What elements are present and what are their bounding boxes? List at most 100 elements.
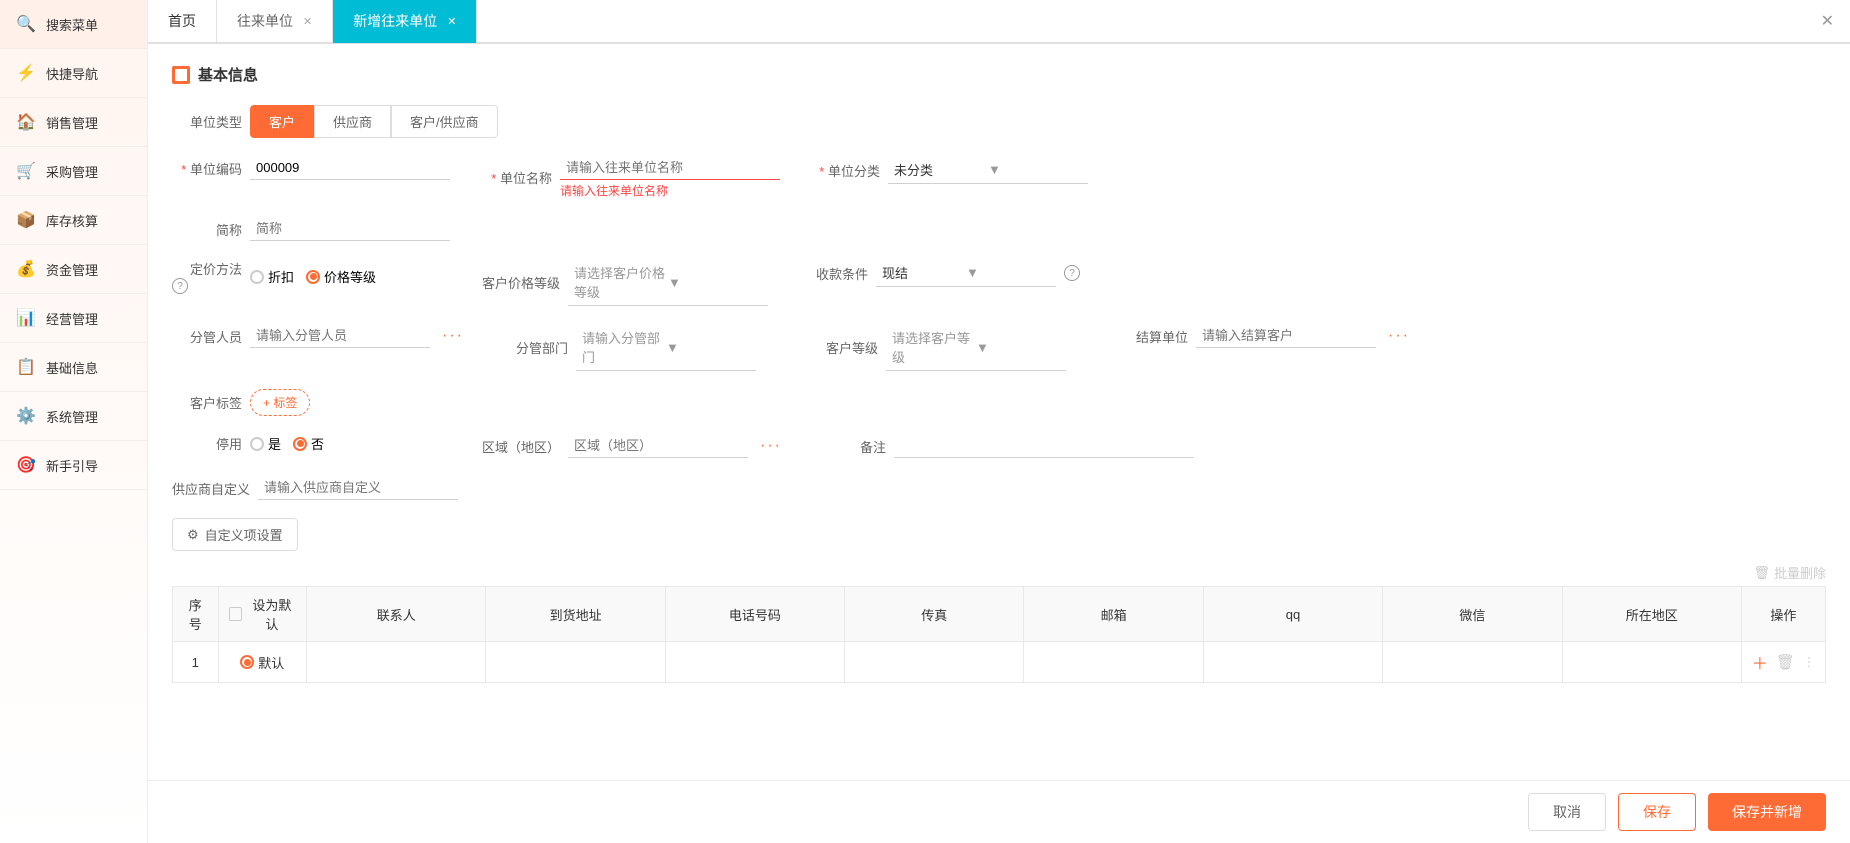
sidebar-label-operations: 经营管理 — [46, 309, 98, 328]
price-level-group: 客户价格等级 请选择客户价格等级 ▼ — [482, 259, 768, 306]
sidebar-item-system-mgmt[interactable]: ⚙️ 系统管理 — [0, 392, 147, 441]
supplier-custom-input[interactable] — [258, 476, 458, 500]
radio-price-level[interactable]: 价格等级 — [306, 267, 376, 286]
btn-type-customer[interactable]: 客户 — [250, 105, 314, 138]
fax-input[interactable] — [855, 655, 1013, 670]
sidebar-scroll: 🔍 搜索菜单 ⚡ 快捷导航 🏠 销售管理 🛒 采购管理 📦 库存核算 💰 资金管… — [0, 0, 147, 843]
abbr-input[interactable] — [250, 217, 450, 241]
tab-new-partner[interactable]: 新增往来单位 ✕ — [333, 0, 477, 43]
row-default-radio[interactable]: 默认 — [240, 653, 284, 672]
phone-input[interactable] — [676, 655, 834, 670]
tab-partners-close[interactable]: ✕ — [303, 15, 312, 28]
qq-input[interactable] — [1214, 655, 1372, 670]
pricing-method-label: 定价方法 ? — [172, 259, 242, 294]
cell-qq[interactable] — [1203, 642, 1382, 683]
price-level-select[interactable]: 请选择客户价格等级 ▼ — [568, 259, 768, 306]
address-input[interactable] — [496, 655, 654, 670]
sidebar-item-sales-mgmt[interactable]: 🏠 销售管理 — [0, 98, 147, 147]
delete-row-icon[interactable]: 🗑 — [1776, 653, 1795, 671]
dept-select[interactable]: 请输入分管部门 ▼ — [576, 324, 756, 371]
cell-email[interactable] — [1024, 642, 1203, 683]
radio-price-level-circle — [306, 270, 320, 284]
cell-fax[interactable] — [845, 642, 1024, 683]
main-area: 首页 往来单位 ✕ 新增往来单位 ✕ ✕ 基本信息 单位类型 客户 — [148, 0, 1850, 843]
radio-discount[interactable]: 折扣 — [250, 267, 294, 286]
radio-no[interactable]: 否 — [293, 434, 324, 453]
sidebar-item-quick-nav[interactable]: ⚡ 快捷导航 — [0, 49, 147, 98]
sidebar-item-newbie[interactable]: 🎯 新手引导 — [0, 441, 147, 490]
pricing-help-icon[interactable]: ? — [172, 278, 188, 294]
sidebar-item-operations[interactable]: 📊 经营管理 — [0, 294, 147, 343]
sidebar-item-inventory[interactable]: 📦 库存核算 — [0, 196, 147, 245]
notes-input[interactable] — [894, 434, 1194, 458]
add-row-icon[interactable]: ＋ — [1752, 650, 1768, 674]
settle-unit-dots-btn[interactable]: ··· — [1384, 327, 1414, 345]
contact-input[interactable] — [317, 655, 475, 670]
tab-home[interactable]: 首页 — [148, 0, 217, 43]
tab-partners[interactable]: 往来单位 ✕ — [217, 0, 333, 43]
code-required-star: * — [181, 162, 186, 177]
cell-region[interactable] — [1562, 642, 1741, 683]
settle-unit-input[interactable] — [1196, 324, 1376, 348]
sidebar-item-basic-info[interactable]: 📋 基础信息 — [0, 343, 147, 392]
wechat-input[interactable] — [1393, 655, 1551, 670]
btn-type-supplier[interactable]: 供应商 — [314, 105, 391, 138]
unit-name-input[interactable] — [560, 156, 780, 180]
select-all-checkbox[interactable] — [229, 607, 242, 621]
unit-category-select[interactable]: 未分类 ▼ — [888, 156, 1088, 184]
unit-code-input[interactable] — [250, 156, 450, 180]
manager-dots-btn[interactable]: ··· — [438, 327, 468, 345]
th-default: 设为默认 — [218, 587, 307, 642]
manager-input[interactable] — [250, 324, 430, 348]
search-menu-icon: 🔍 — [16, 14, 36, 34]
row-region-input[interactable] — [1573, 655, 1731, 670]
basic-info-icon: 📋 — [16, 357, 36, 377]
cancel-button[interactable]: 取消 — [1528, 793, 1606, 831]
custom-settings-button[interactable]: ⚙ 自定义项设置 — [172, 518, 298, 551]
sidebar-item-search-menu[interactable]: 🔍 搜索菜单 — [0, 0, 147, 49]
radio-yes[interactable]: 是 — [250, 434, 281, 453]
th-email: 邮箱 — [1024, 587, 1203, 642]
btn-type-both[interactable]: 客户/供应商 — [391, 105, 498, 138]
cell-phone[interactable] — [665, 642, 844, 683]
batch-delete-area: 🗑 批量删除 — [1753, 563, 1826, 582]
sidebar-item-purchase-mgmt[interactable]: 🛒 采购管理 — [0, 147, 147, 196]
window-close-button[interactable]: ✕ — [1805, 11, 1850, 31]
footer-bar: 取消 保存 保存并新增 — [148, 780, 1850, 843]
sidebar-label-inventory: 库存核算 — [46, 211, 98, 230]
sidebar-label-quick-nav: 快捷导航 — [46, 64, 98, 83]
payment-help-icon[interactable]: ? — [1064, 265, 1080, 281]
unit-name-wrapper: 请输入往来单位名称 — [560, 156, 780, 199]
email-input[interactable] — [1034, 655, 1192, 670]
supplier-custom-group: 供应商自定义 — [172, 476, 458, 500]
cell-address[interactable] — [486, 642, 665, 683]
sidebar-item-finance[interactable]: 💰 资金管理 — [0, 245, 147, 294]
customer-level-arrow: ▼ — [976, 340, 1060, 355]
payment-terms-label: 收款条件 — [798, 264, 868, 283]
payment-terms-select[interactable]: 现结 ▼ — [876, 259, 1056, 287]
abbr-group: 简称 — [172, 217, 452, 241]
scroll-icon[interactable]: ⋮ — [1803, 655, 1815, 669]
tab-new-partner-close[interactable]: ✕ — [447, 15, 456, 28]
save-new-button[interactable]: 保存并新增 — [1708, 793, 1826, 831]
cell-contact[interactable] — [307, 642, 486, 683]
sidebar-label-search-menu: 搜索菜单 — [46, 15, 98, 34]
manager-group: 分管人员 ··· — [172, 324, 468, 348]
name-required-star: * — [491, 171, 496, 186]
batch-delete-label[interactable]: 批量删除 — [1774, 563, 1826, 582]
unit-category-value: 未分类 — [894, 160, 988, 179]
table-row: 1 默认 — [173, 642, 1826, 683]
radio-no-circle — [293, 437, 307, 451]
tags-label: 客户标签 — [172, 393, 242, 412]
cell-wechat[interactable] — [1383, 642, 1562, 683]
inventory-icon: 📦 — [16, 210, 36, 230]
settle-unit-group: 结算单位 ··· — [1118, 324, 1414, 348]
add-tag-button[interactable]: + 标签 — [250, 389, 310, 416]
unit-name-label: * 单位名称 — [482, 168, 552, 187]
save-button[interactable]: 保存 — [1618, 793, 1696, 831]
region-dots-btn[interactable]: ··· — [756, 437, 786, 455]
tab-bar: 首页 往来单位 ✕ 新增往来单位 ✕ ✕ — [148, 0, 1850, 44]
customer-level-select[interactable]: 请选择客户等级 ▼ — [886, 324, 1066, 371]
th-address: 到货地址 — [486, 587, 665, 642]
region-input[interactable] — [568, 434, 748, 458]
